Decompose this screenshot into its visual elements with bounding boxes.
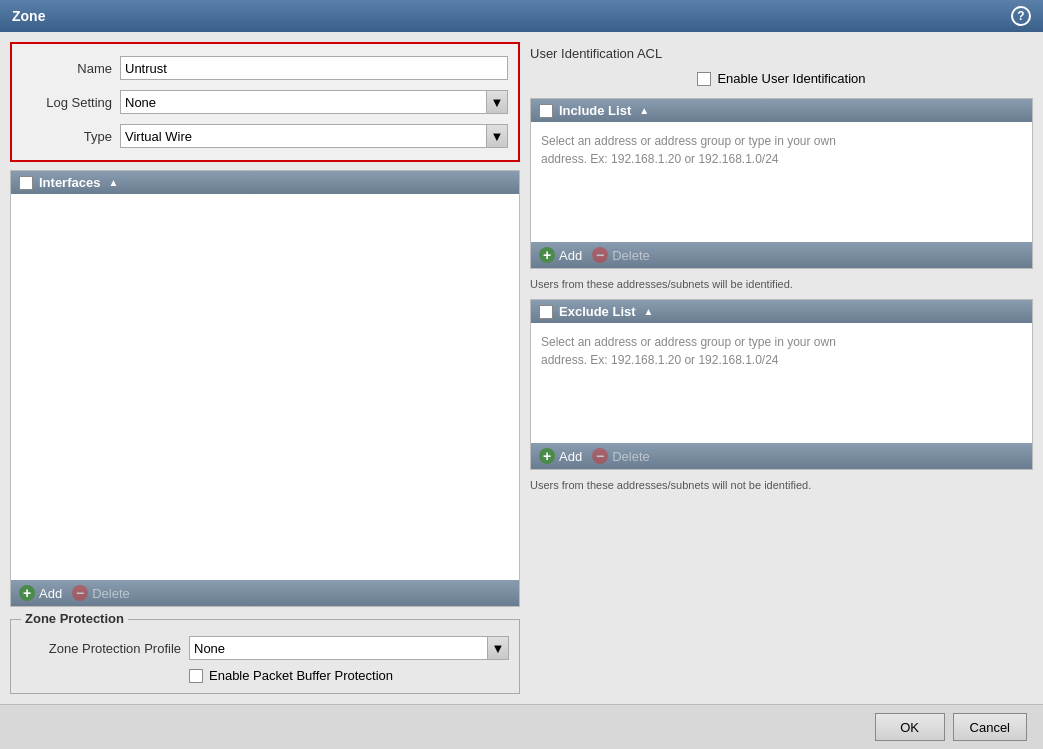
interfaces-body [11,194,519,580]
interfaces-sort-icon: ▲ [108,177,118,188]
interfaces-label: Interfaces [39,175,100,190]
zone-protection-box: Zone Protection Zone Protection Profile … [10,619,520,694]
enable-user-id-checkbox[interactable] [697,72,711,86]
user-id-title: User Identification ACL [530,46,662,61]
dialog-title: Zone [12,8,45,24]
cancel-button[interactable]: Cancel [953,713,1027,741]
type-select-wrapper: Virtual Wire ▼ [120,124,508,148]
exclude-list-checkbox[interactable] [539,305,553,319]
exclude-add-label: Add [559,449,582,464]
include-delete-label: Delete [612,248,650,263]
include-list-add-button[interactable]: + Add [539,247,582,263]
include-list-label: Include List [559,103,631,118]
log-setting-row: Log Setting None ▼ [22,90,508,114]
interfaces-delete-button[interactable]: − Delete [72,585,130,601]
name-row: Name [22,56,508,80]
exclude-list-footer: + Add − Delete [531,443,1032,469]
exclude-delete-label: Delete [612,449,650,464]
enable-packet-checkbox[interactable] [189,669,203,683]
delete-icon: − [72,585,88,601]
interfaces-section: Interfaces ▲ + Add − Delete [10,170,520,607]
dialog-footer: OK Cancel [0,704,1043,749]
include-add-icon: + [539,247,555,263]
zone-protection-select-wrapper: None ▼ [189,636,509,660]
name-label: Name [22,61,112,76]
include-delete-icon: − [592,247,608,263]
exclude-list-header: Exclude List ▲ [531,300,1032,323]
exclude-list-delete-button[interactable]: − Delete [592,448,650,464]
include-list-sort-icon: ▲ [639,105,649,116]
type-label: Type [22,129,112,144]
right-panel: User Identification ACL Enable User Iden… [530,42,1033,694]
interfaces-header: Interfaces ▲ [11,171,519,194]
interfaces-add-label: Add [39,586,62,601]
interfaces-add-button[interactable]: + Add [19,585,62,601]
exclude-delete-icon: − [592,448,608,464]
left-panel: Name Log Setting None ▼ Type [10,42,520,694]
enable-user-id-label: Enable User Identification [717,71,865,86]
exclude-list-info: Users from these addresses/subnets will … [530,476,1033,494]
exclude-list-section: Exclude List ▲ Select an address or addr… [530,299,1033,470]
include-list-footer: + Add − Delete [531,242,1032,268]
zone-protection-profile-label: Zone Protection Profile [21,641,181,656]
include-list-delete-button[interactable]: − Delete [592,247,650,263]
exclude-list-body: Select an address or address group or ty… [531,323,1032,443]
include-list-body: Select an address or address group or ty… [531,122,1032,242]
exclude-list-label: Exclude List [559,304,636,319]
ok-button[interactable]: OK [875,713,945,741]
user-id-title-area: User Identification ACL [530,42,1033,65]
exclude-list-placeholder: Select an address or address group or ty… [541,333,1022,369]
log-setting-label: Log Setting [22,95,112,110]
log-setting-select-wrapper: None ▼ [120,90,508,114]
interfaces-delete-label: Delete [92,586,130,601]
enable-user-id-row: Enable User Identification [530,71,1033,86]
include-add-label: Add [559,248,582,263]
zone-dialog: Zone ? Name Log Setting None ▼ [0,0,1043,749]
add-icon: + [19,585,35,601]
log-setting-select[interactable]: None [120,90,508,114]
enable-packet-row: Enable Packet Buffer Protection [189,668,509,683]
exclude-list-add-button[interactable]: + Add [539,448,582,464]
enable-packet-label: Enable Packet Buffer Protection [209,668,393,683]
zone-protection-profile-row: Zone Protection Profile None ▼ [21,636,509,660]
include-list-placeholder: Select an address or address group or ty… [541,132,1022,168]
zone-protection-legend: Zone Protection [21,611,128,626]
help-icon[interactable]: ? [1011,6,1031,26]
include-list-section: Include List ▲ Select an address or addr… [530,98,1033,269]
type-select[interactable]: Virtual Wire [120,124,508,148]
include-list-info: Users from these addresses/subnets will … [530,275,1033,293]
dialog-titlebar: Zone ? [0,0,1043,32]
form-fields-box: Name Log Setting None ▼ Type [10,42,520,162]
include-list-checkbox[interactable] [539,104,553,118]
zone-protection-select[interactable]: None [189,636,509,660]
interfaces-checkbox[interactable] [19,176,33,190]
include-list-header: Include List ▲ [531,99,1032,122]
interfaces-footer: + Add − Delete [11,580,519,606]
exclude-list-sort-icon: ▲ [644,306,654,317]
name-input[interactable] [120,56,508,80]
type-row: Type Virtual Wire ▼ [22,124,508,148]
exclude-add-icon: + [539,448,555,464]
dialog-content: Name Log Setting None ▼ Type [0,32,1043,704]
